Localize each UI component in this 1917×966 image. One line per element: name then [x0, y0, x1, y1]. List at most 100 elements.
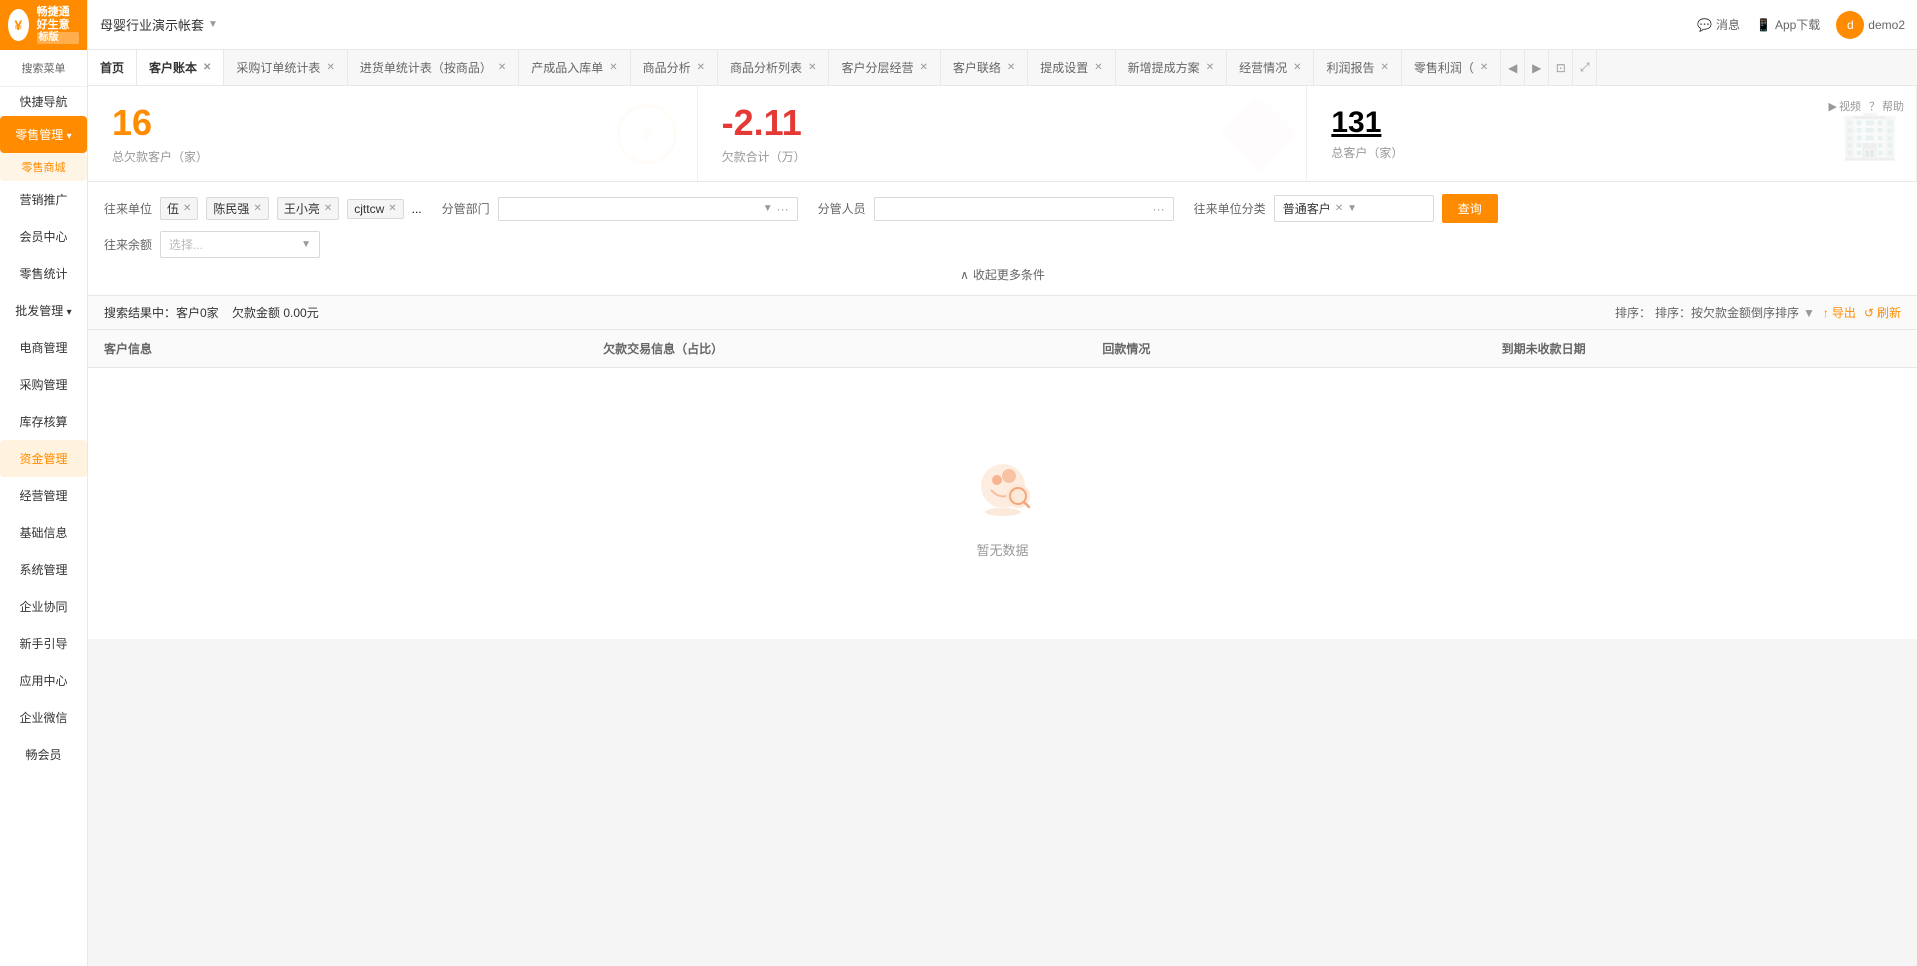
message-button[interactable]: 💬 消息	[1697, 16, 1740, 33]
result-actions: 排序： 排序：按欠款金额倒序排序 ▼ ↑ 导出 ↺ 刷新	[1615, 304, 1901, 321]
tab-close-product-analysis[interactable]: ✕	[697, 62, 705, 73]
balance-filter-label: 往来余额	[104, 236, 152, 253]
company-tag-cjttcw-close[interactable]: ✕	[388, 203, 396, 214]
tab-product-entry[interactable]: 产成品入库单 ✕	[519, 50, 630, 86]
tab-close-purchase-order[interactable]: ✕	[326, 62, 334, 73]
sidebar-item-finance[interactable]: 资金管理	[0, 440, 87, 477]
stat-debtors-value: 16	[112, 102, 208, 144]
tab-accounts[interactable]: 客户账本 ✕	[137, 50, 224, 86]
topbar: 母婴行业演示帐套 ▼ 💬 消息 📱 App下载 d demo2	[88, 0, 1917, 50]
tab-customer-contact[interactable]: 客户联络 ✕	[941, 50, 1028, 86]
tabbar: 首页 客户账本 ✕ 采购订单统计表 ✕ 进货单统计表（按商品） ✕ 产成品入库单…	[88, 50, 1917, 86]
tab-product-analysis-list[interactable]: 商品分析列表 ✕	[718, 50, 829, 86]
export-button[interactable]: ↑ 导出	[1823, 304, 1856, 321]
tab-new-promo[interactable]: 新增提成方案 ✕	[1116, 50, 1227, 86]
company-tag-chen-close[interactable]: ✕	[253, 203, 261, 214]
tab-purchase-stat[interactable]: 进货单统计表（按商品） ✕	[348, 50, 519, 86]
sidebar-item-retail-stat[interactable]: 零售统计	[0, 255, 87, 292]
tab-promo-settings[interactable]: 提成设置 ✕	[1028, 50, 1115, 86]
filter-bar: 往来单位 伍 ✕ 陈民强 ✕ 王小亮 ✕ cjttcw ✕ ...	[88, 182, 1917, 296]
tab-nav-prev[interactable]: ◀	[1501, 50, 1525, 86]
category-tag-close[interactable]: ✕	[1335, 203, 1343, 214]
sidebar-item-newguide[interactable]: 新手引导	[0, 625, 87, 662]
stat-customers-value[interactable]: 131	[1331, 106, 1403, 140]
tab-close-customer-contact[interactable]: ✕	[1007, 62, 1015, 73]
collapse-arrow-icon: ∧	[960, 268, 969, 282]
sidebar-search[interactable]: 搜索菜单	[0, 50, 87, 87]
tab-close-accounts[interactable]: ✕	[203, 62, 211, 73]
store-selector-arrow: ▼	[208, 19, 218, 30]
category-arrow: ▼	[1347, 203, 1357, 214]
sidebar-item-basic[interactable]: 基础信息	[0, 514, 87, 551]
company-tag-wu: 伍 ✕	[160, 197, 198, 220]
refresh-button[interactable]: ↺ 刷新	[1864, 304, 1901, 321]
category-input[interactable]: 普通客户 ✕ ▼	[1274, 195, 1434, 222]
dept-input[interactable]: ▼ ···	[498, 197, 798, 221]
sidebar-item-inventory[interactable]: 库存核算	[0, 403, 87, 440]
tab-profit-report[interactable]: 利润报告 ✕	[1314, 50, 1401, 86]
sidebar-item-system[interactable]: 系统管理	[0, 551, 87, 588]
sidebar-item-retail-shop[interactable]: 零售商城	[0, 153, 87, 181]
sidebar-item-retail[interactable]: 零售管理 ▾	[0, 116, 87, 153]
query-button[interactable]: 查询	[1442, 194, 1498, 223]
sidebar-item-ecommerce[interactable]: 电商管理	[0, 329, 87, 366]
sidebar-item-enterprise[interactable]: 企业协同	[0, 588, 87, 625]
sidebar-item-vip[interactable]: 畅会员	[0, 736, 87, 773]
company-tags-more[interactable]: ...	[412, 202, 422, 216]
company-tag-wang-close[interactable]: ✕	[324, 203, 332, 214]
result-bar: 搜索结果中：客户0家 欠款金额 0.00元 排序： 排序：按欠款金额倒序排序 ▼…	[88, 296, 1917, 330]
tab-nav-next[interactable]: ▶	[1525, 50, 1549, 86]
sort-selector[interactable]: 排序： 排序：按欠款金额倒序排序 ▼	[1615, 304, 1815, 321]
app-label: App下载	[1775, 16, 1820, 33]
dept-arrow: ▼	[763, 203, 773, 214]
tab-close-product-analysis-list[interactable]: ✕	[808, 62, 816, 73]
sidebar-item-wechat[interactable]: 企业微信	[0, 699, 87, 736]
person-input[interactable]: ···	[874, 197, 1174, 221]
tab-retail-profit[interactable]: 零售利润（ ✕	[1402, 50, 1501, 86]
company-tag-wu-close[interactable]: ✕	[183, 203, 191, 214]
sort-label: 排序：	[1615, 304, 1651, 321]
tab-close-operations[interactable]: ✕	[1293, 62, 1301, 73]
page-content: ¥ 16 总欠款客户（家） -2.11 欠款合计（万） 🏢	[88, 86, 1917, 966]
table-header: 客户信息 欠款交易信息（占比） 回款情况 到期未收款日期	[88, 330, 1917, 368]
stat-customers-label: 总客户（家）	[1331, 144, 1403, 161]
tab-close-purchase-stat[interactable]: ✕	[498, 62, 506, 73]
collapse-button[interactable]: ∧ 收起更多条件	[960, 266, 1045, 283]
filter-row-1: 往来单位 伍 ✕ 陈民强 ✕ 王小亮 ✕ cjttcw ✕ ...	[104, 194, 1901, 223]
tab-home[interactable]: 首页	[88, 50, 137, 86]
tab-customer-ops[interactable]: 客户分层经营 ✕	[829, 50, 940, 86]
person-dots[interactable]: ···	[1153, 202, 1165, 216]
tab-close-product-entry[interactable]: ✕	[609, 62, 617, 73]
sidebar-quicknav[interactable]: 快捷导航	[0, 87, 87, 116]
empty-state: 暂无数据	[88, 368, 1917, 639]
sidebar-item-purchase[interactable]: 采购管理	[0, 366, 87, 403]
help-btn[interactable]: ？ 帮助	[1869, 98, 1904, 114]
tab-close-new-promo[interactable]: ✕	[1206, 62, 1214, 73]
col-customer: 客户信息	[104, 340, 603, 357]
dept-dots[interactable]: ···	[777, 202, 789, 216]
balance-input[interactable]: 选择... ▼	[160, 231, 320, 258]
tab-operations[interactable]: 经营情况 ✕	[1227, 50, 1314, 86]
sidebar-item-wholesale[interactable]: 批发管理 ▾	[0, 292, 87, 329]
tab-close-customer-ops[interactable]: ✕	[919, 62, 927, 73]
tab-close-promo-settings[interactable]: ✕	[1094, 62, 1102, 73]
sidebar-item-marketing[interactable]: 营销推广	[0, 181, 87, 218]
sidebar-logo: ¥ 畅捷通好生意 标版	[0, 0, 87, 50]
store-selector[interactable]: 母婴行业演示帐套 ▼	[100, 15, 218, 34]
person-filter-label: 分管人员	[818, 200, 866, 217]
topbar-left: 母婴行业演示帐套 ▼	[100, 15, 218, 34]
user-profile[interactable]: d demo2	[1836, 11, 1905, 39]
logo-sub: 标版	[37, 32, 79, 44]
sidebar-item-member[interactable]: 会员中心	[0, 218, 87, 255]
tab-expand[interactable]: ⤢	[1573, 50, 1597, 86]
video-help-btn[interactable]: ▶ 视频	[1829, 98, 1861, 114]
sidebar-item-apps[interactable]: 应用中心	[0, 662, 87, 699]
tab-product-analysis[interactable]: 商品分析 ✕	[631, 50, 718, 86]
message-icon: 💬	[1697, 18, 1712, 32]
tab-close-profit-report[interactable]: ✕	[1381, 62, 1389, 73]
tab-purchase-order[interactable]: 采购订单统计表 ✕	[224, 50, 347, 86]
sidebar-item-operations[interactable]: 经营管理	[0, 477, 87, 514]
tab-close-retail-profit[interactable]: ✕	[1480, 62, 1488, 73]
app-download-button[interactable]: 📱 App下载	[1756, 16, 1820, 33]
tab-nav-menu[interactable]: ⊡	[1549, 50, 1573, 86]
